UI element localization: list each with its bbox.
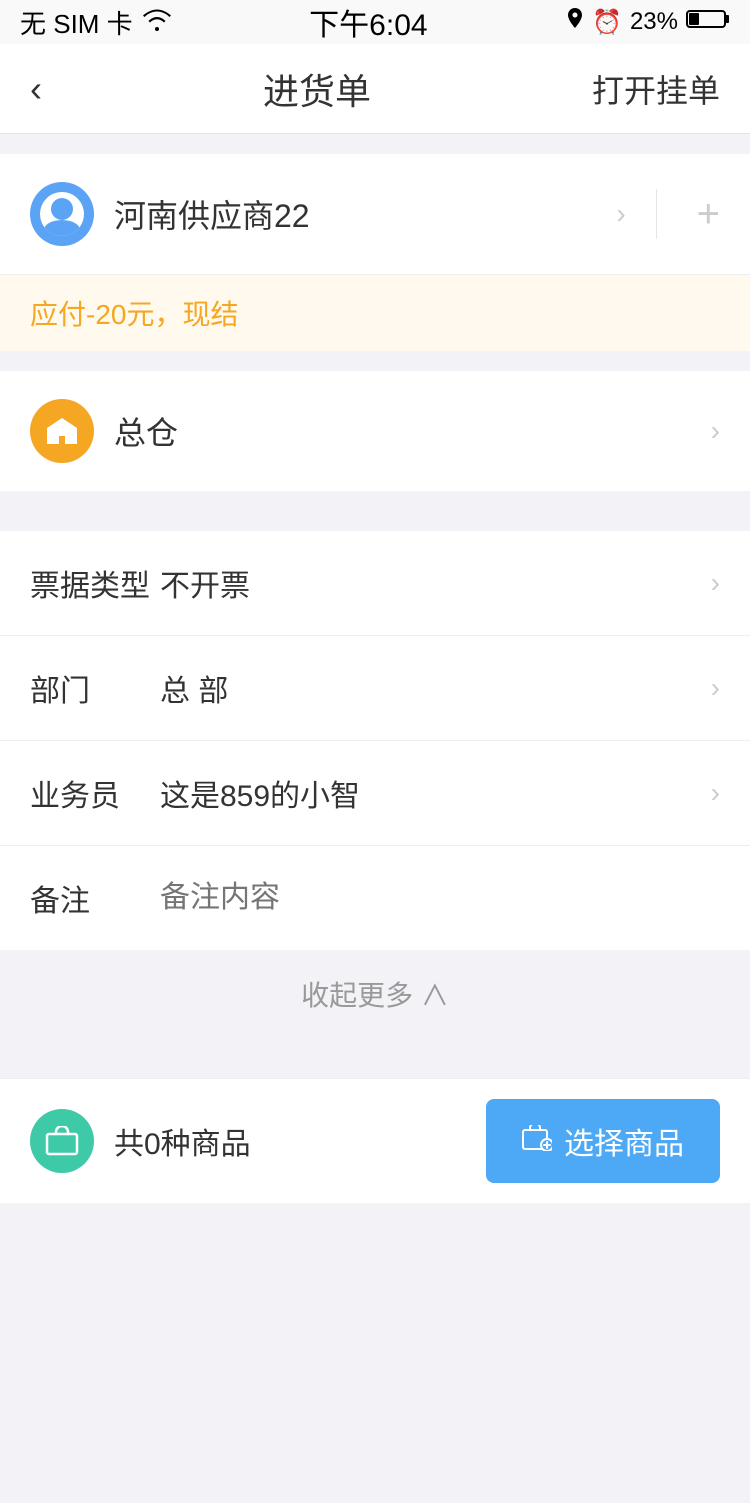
page-title: 进货单: [263, 63, 371, 115]
select-product-label: 选择商品: [564, 1119, 684, 1163]
salesperson-label: 业务员: [30, 771, 160, 815]
status-time: 下午6:04: [309, 0, 427, 44]
department-row[interactable]: 部门 总 部 ›: [0, 636, 750, 741]
supplier-row[interactable]: 河南供应商22 › +: [0, 154, 750, 275]
location-icon: [566, 8, 584, 37]
warehouse-icon: [30, 399, 94, 463]
supplier-section: 河南供应商22 › + 应付-20元，现结: [0, 154, 750, 351]
notice-banner: 应付-20元，现结: [0, 275, 750, 351]
form-section: 票据类型 不开票 › 部门 总 部 › 业务员 这是859的小智 › 备注: [0, 531, 750, 950]
supplier-avatar: [30, 182, 94, 246]
back-button[interactable]: ‹: [30, 68, 42, 110]
product-icon: [30, 1109, 94, 1173]
select-product-icon: [522, 1125, 552, 1158]
salesperson-row[interactable]: 业务员 这是859的小智 ›: [0, 741, 750, 846]
warehouse-name: 总仓: [114, 408, 711, 454]
collapse-more-button[interactable]: 收起更多 ∧: [0, 950, 750, 1038]
supplier-name: 河南供应商22: [114, 191, 616, 237]
vertical-divider: [656, 189, 657, 239]
supplier-row-actions: › +: [616, 189, 720, 239]
nav-bar: ‹ 进货单 打开挂单: [0, 44, 750, 134]
wifi-icon: [143, 7, 171, 38]
section-gap-3: [0, 491, 750, 511]
carrier-label: 无 SIM 卡: [20, 4, 133, 41]
status-right: ⏰ 23%: [566, 8, 730, 37]
section-gap-2: [0, 351, 750, 371]
battery-icon: [686, 8, 730, 37]
invoice-type-row[interactable]: 票据类型 不开票 ›: [0, 531, 750, 636]
invoice-type-label: 票据类型: [30, 561, 160, 605]
status-bar: 无 SIM 卡 下午6:04 ⏰ 23%: [0, 0, 750, 44]
alarm-icon: ⏰: [592, 8, 622, 37]
supplier-chevron-icon: ›: [616, 198, 625, 230]
department-label: 部门: [30, 666, 160, 710]
remark-input[interactable]: [160, 881, 720, 915]
select-product-button[interactable]: 选择商品: [486, 1099, 720, 1183]
battery-label: 23%: [630, 8, 678, 36]
department-chevron-icon: ›: [711, 672, 720, 704]
warehouse-chevron-icon: ›: [711, 415, 720, 447]
page-rest: [0, 1203, 750, 1503]
remark-row[interactable]: 备注: [0, 846, 750, 950]
remark-label: 备注: [30, 876, 160, 920]
bottom-bar: 共0种商品 选择商品: [0, 1078, 750, 1203]
product-count-label: 共0种商品: [114, 1119, 486, 1163]
warehouse-row[interactable]: 总仓 ›: [0, 371, 750, 491]
invoice-type-value: 不开票: [160, 561, 711, 605]
department-value: 总 部: [160, 666, 711, 710]
open-pending-button[interactable]: 打开挂单: [592, 66, 720, 112]
salesperson-value: 这是859的小智: [160, 771, 711, 815]
salesperson-chevron-icon: ›: [711, 777, 720, 809]
add-icon[interactable]: +: [697, 192, 720, 237]
section-gap-4: [0, 1038, 750, 1058]
section-gap-1: [0, 134, 750, 154]
status-left: 无 SIM 卡: [20, 4, 171, 41]
invoice-type-chevron-icon: ›: [711, 567, 720, 599]
